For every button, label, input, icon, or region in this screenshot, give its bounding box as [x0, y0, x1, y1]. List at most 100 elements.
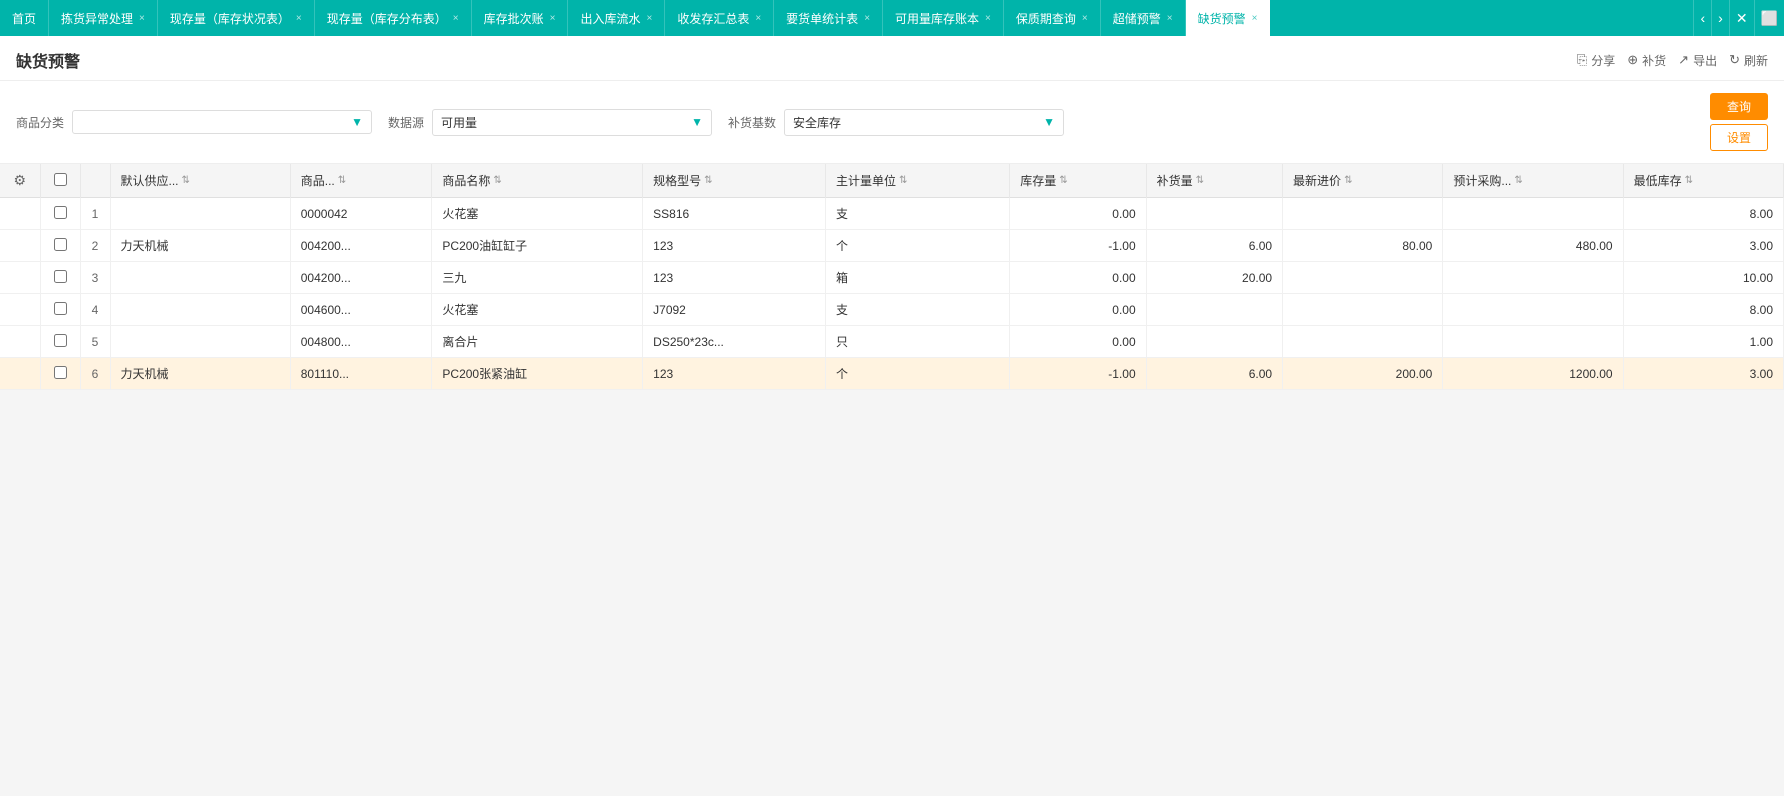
row-supplier-cell: [110, 294, 290, 326]
table-row: 5 004800... 离合片 DS250*23c... 只 0.00 1.00: [0, 326, 1784, 358]
close-icon[interactable]: ×: [864, 13, 870, 24]
row-checkbox-cell[interactable]: [40, 294, 80, 326]
row-spec-cell: 123: [643, 358, 826, 390]
close-icon[interactable]: ×: [1252, 13, 1258, 24]
close-icon[interactable]: ×: [1082, 13, 1088, 24]
row-checkbox[interactable]: [54, 366, 67, 379]
tab-bar: 首页 拣货异常处理 × 现存量（库存状况表） × 现存量（库存分布表） × 库存…: [0, 0, 1784, 36]
replenish-base-filter-group: 补货基数 安全库存 ▼: [728, 109, 1064, 136]
table-body: 1 0000042 火花塞 SS816 支 0.00 8.00 2 力天机械 0…: [0, 198, 1784, 390]
tab-current-stock-dist[interactable]: 现存量（库存分布表） ×: [315, 0, 472, 36]
close-icon[interactable]: ×: [453, 13, 459, 24]
row-stock-cell: 0.00: [1010, 326, 1146, 358]
row-checkbox[interactable]: [54, 206, 67, 219]
row-checkbox[interactable]: [54, 270, 67, 283]
tab-scroll-left[interactable]: ‹: [1693, 0, 1711, 36]
tab-available-ledger[interactable]: 可用量库存账本 ×: [883, 0, 1004, 36]
col-checkbox[interactable]: [40, 164, 80, 198]
close-icon[interactable]: ×: [755, 13, 761, 24]
tab-home[interactable]: 首页: [0, 0, 49, 36]
col-replenish-qty[interactable]: 补货量 ⇅: [1146, 164, 1282, 198]
sort-icon: ⇅: [338, 175, 346, 186]
datasource-value: 可用量: [441, 114, 477, 131]
row-checkbox-cell[interactable]: [40, 262, 80, 294]
tab-shortage-warning[interactable]: 缺货预警 ×: [1186, 0, 1271, 36]
close-icon[interactable]: ×: [646, 13, 652, 24]
row-num-cell: 4: [80, 294, 110, 326]
row-min-stock-cell: 3.00: [1623, 230, 1783, 262]
tab-picking-anomaly[interactable]: 拣货异常处理 ×: [49, 0, 158, 36]
table-row: 1 0000042 火花塞 SS816 支 0.00 8.00: [0, 198, 1784, 230]
col-settings[interactable]: ⚙: [0, 164, 40, 198]
replenish-base-select[interactable]: 安全库存 ▼: [784, 109, 1064, 136]
tab-close-current[interactable]: ✕: [1729, 0, 1754, 36]
col-unit[interactable]: 主计量单位 ⇅: [826, 164, 1010, 198]
col-stock[interactable]: 库存量 ⇅: [1010, 164, 1146, 198]
filter-area: 商品分类 ▼ 数据源 可用量 ▼ 补货基数 安全库存 ▼ 查询 设置: [0, 81, 1784, 164]
row-checkbox[interactable]: [54, 302, 67, 315]
col-product-code[interactable]: 商品... ⇅: [290, 164, 432, 198]
col-default-supplier[interactable]: 默认供应... ⇅: [110, 164, 290, 198]
tab-nav-buttons: ‹ › ✕ ⬜: [1693, 0, 1784, 36]
row-product-code-cell: 801110...: [290, 358, 432, 390]
tab-expiry-query[interactable]: 保质期查询 ×: [1004, 0, 1101, 36]
close-icon[interactable]: ×: [296, 13, 302, 24]
tab-maximize[interactable]: ⬜: [1754, 0, 1784, 36]
share-icon: ⎘: [1577, 52, 1587, 68]
row-checkbox[interactable]: [54, 238, 67, 251]
main-content: 缺货预警 ⎘ 分享 ⊕ 补货 ↗ 导出 ↻ 刷新 商品分类: [0, 36, 1784, 390]
row-replenish-qty-cell: 6.00: [1146, 230, 1282, 262]
row-checkbox-cell[interactable]: [40, 198, 80, 230]
tab-receipt-summary[interactable]: 收发存汇总表 ×: [665, 0, 774, 36]
close-icon[interactable]: ×: [985, 13, 991, 24]
row-latest-price-cell: [1283, 262, 1443, 294]
row-supplier-cell: [110, 262, 290, 294]
page-header: 缺货预警 ⎘ 分享 ⊕ 补货 ↗ 导出 ↻ 刷新: [0, 36, 1784, 81]
row-min-stock-cell: 8.00: [1623, 198, 1783, 230]
page-title: 缺货预警: [16, 48, 80, 72]
col-est-purchase[interactable]: 预计采购... ⇅: [1443, 164, 1623, 198]
close-icon[interactable]: ×: [139, 13, 145, 24]
sort-icon: ⇅: [1344, 175, 1352, 186]
settings-button[interactable]: 设置: [1710, 124, 1768, 151]
share-button[interactable]: ⎘ 分享: [1577, 52, 1615, 69]
select-all-checkbox[interactable]: [54, 173, 67, 186]
col-min-stock[interactable]: 最低库存 ⇅: [1623, 164, 1783, 198]
query-button[interactable]: 查询: [1710, 93, 1768, 120]
replenish-button[interactable]: ⊕ 补货: [1627, 52, 1666, 69]
table-container: ⚙ 默认供应... ⇅ 商品..: [0, 164, 1784, 390]
header-actions: ⎘ 分享 ⊕ 补货 ↗ 导出 ↻ 刷新: [1577, 52, 1768, 69]
tab-order-stats[interactable]: 要货单统计表 ×: [774, 0, 883, 36]
tab-batch-account[interactable]: 库存批次账 ×: [472, 0, 569, 36]
row-product-code-cell: 004200...: [290, 230, 432, 262]
category-select[interactable]: ▼: [72, 110, 372, 134]
row-num-cell: 3: [80, 262, 110, 294]
row-supplier-cell: [110, 326, 290, 358]
row-checkbox-cell[interactable]: [40, 358, 80, 390]
export-button[interactable]: ↗ 导出: [1678, 52, 1717, 69]
row-checkbox-cell[interactable]: [40, 230, 80, 262]
row-settings-cell: [0, 358, 40, 390]
col-latest-price[interactable]: 最新进价 ⇅: [1283, 164, 1443, 198]
row-checkbox[interactable]: [54, 334, 67, 347]
chevron-down-icon: ▼: [351, 115, 363, 129]
gear-icon[interactable]: ⚙: [13, 172, 26, 189]
row-checkbox-cell[interactable]: [40, 326, 80, 358]
sort-icon: ⇅: [1514, 175, 1522, 186]
sort-icon: ⇅: [1685, 175, 1693, 186]
datasource-select[interactable]: 可用量 ▼: [432, 109, 712, 136]
close-icon[interactable]: ×: [550, 13, 556, 24]
row-stock-cell: 0.00: [1010, 294, 1146, 326]
close-icon[interactable]: ×: [1167, 13, 1173, 24]
replenish-base-value: 安全库存: [793, 114, 841, 131]
col-spec[interactable]: 规格型号 ⇅: [643, 164, 826, 198]
tab-overstock-warning[interactable]: 超储预警 ×: [1101, 0, 1186, 36]
row-spec-cell: J7092: [643, 294, 826, 326]
sort-icon: ⇅: [1059, 175, 1067, 186]
refresh-button[interactable]: ↻ 刷新: [1729, 52, 1768, 69]
tab-current-stock-status[interactable]: 现存量（库存状况表） ×: [158, 0, 315, 36]
tab-scroll-right[interactable]: ›: [1711, 0, 1729, 36]
tab-in-out-flow[interactable]: 出入库流水 ×: [568, 0, 665, 36]
col-product-name[interactable]: 商品名称 ⇅: [432, 164, 643, 198]
sort-icon: ⇅: [182, 175, 190, 186]
